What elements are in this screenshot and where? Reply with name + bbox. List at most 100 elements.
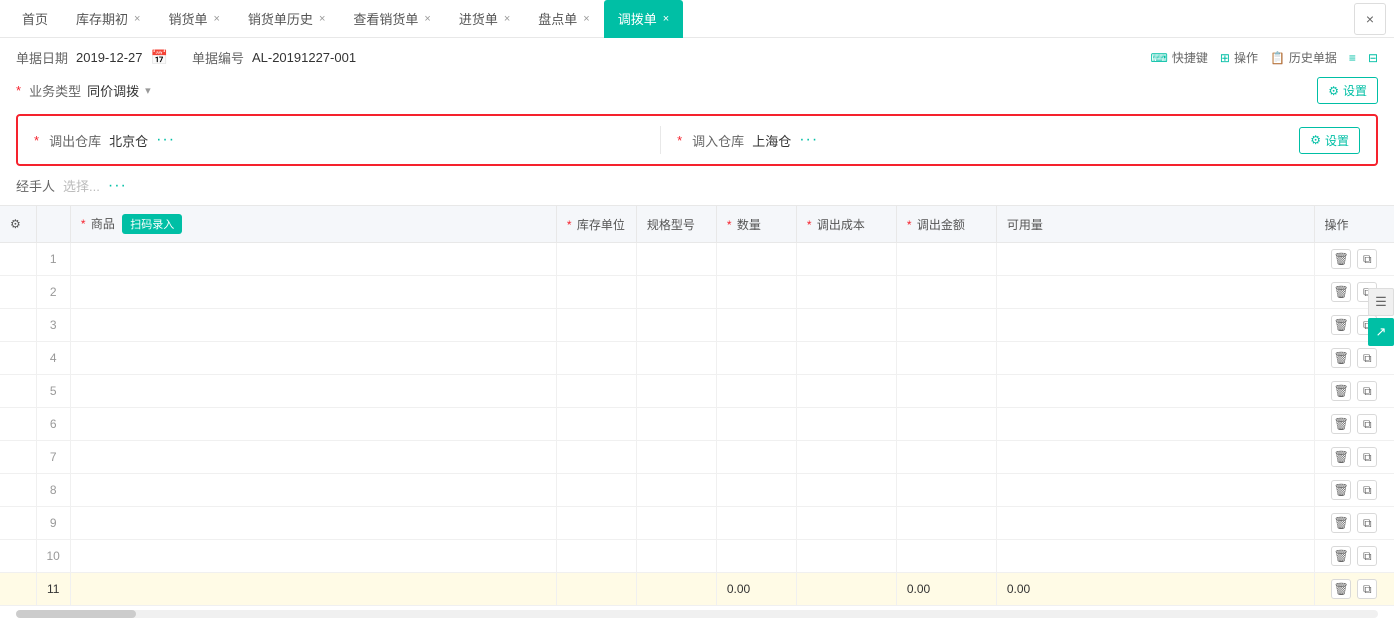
delete-row-button[interactable]: 🗑 <box>1331 249 1351 269</box>
row-available-cell[interactable] <box>996 408 1314 441</box>
layout2-action[interactable]: ⊟ <box>1368 51 1378 65</box>
delete-row-button[interactable]: 🗑 <box>1331 546 1351 566</box>
in-warehouse-value[interactable]: 上海仓 <box>752 131 791 150</box>
row-cost-cell[interactable] <box>796 507 896 540</box>
tab-sales-history[interactable]: 销货单历史 × <box>234 0 339 38</box>
delete-row-button[interactable]: 🗑 <box>1331 348 1351 368</box>
warehouse-setting-button[interactable]: ⚙ 设置 <box>1299 127 1360 154</box>
row-available-cell[interactable] <box>996 276 1314 309</box>
out-warehouse-more[interactable]: ··· <box>156 131 175 149</box>
row-unit-cell[interactable] <box>556 276 636 309</box>
row-spec-cell[interactable] <box>636 342 716 375</box>
row-cost-cell[interactable] <box>796 408 896 441</box>
tab-close-view-sales[interactable]: × <box>424 13 430 25</box>
tab-close-inventory-check[interactable]: × <box>583 13 589 25</box>
tab-view-sales[interactable]: 查看销货单 × <box>339 0 444 38</box>
row-unit-cell[interactable] <box>556 243 636 276</box>
horizontal-scrollbar[interactable] <box>16 610 1378 618</box>
row-product-cell[interactable] <box>70 375 556 408</box>
row-quantity-cell[interactable] <box>716 507 796 540</box>
operate-action[interactable]: ⊞ 操作 <box>1220 49 1258 66</box>
row-quantity-cell[interactable] <box>716 276 796 309</box>
row-amount-cell[interactable] <box>896 276 996 309</box>
tab-close-purchase-order[interactable]: × <box>504 13 510 25</box>
row-product-cell[interactable] <box>70 408 556 441</box>
tab-home[interactable]: 首页 <box>8 0 62 38</box>
row-cost-cell[interactable] <box>796 441 896 474</box>
calendar-icon[interactable]: 📅 <box>151 49 168 66</box>
row-amount-cell[interactable] <box>896 540 996 573</box>
history-action[interactable]: 📋 历史单据 <box>1270 49 1337 66</box>
copy-row-button[interactable]: ⧉ <box>1357 447 1377 467</box>
row-product-cell[interactable] <box>70 309 556 342</box>
scan-button[interactable]: 扫码录入 <box>122 214 182 234</box>
window-close-button[interactable]: × <box>1354 3 1386 35</box>
th-gear[interactable]: ⚙ <box>0 206 36 243</box>
row-unit-cell[interactable] <box>556 408 636 441</box>
row-unit-cell[interactable] <box>556 474 636 507</box>
row-available-cell[interactable] <box>996 507 1314 540</box>
setting-button[interactable]: ⚙ 设置 <box>1317 77 1378 104</box>
float-external-link-button[interactable]: ↗ <box>1368 318 1394 346</box>
row-available-cell[interactable] <box>996 540 1314 573</box>
row-spec-cell[interactable] <box>636 243 716 276</box>
delete-row-button[interactable]: 🗑 <box>1331 447 1351 467</box>
tab-close-sales-order[interactable]: × <box>213 13 219 25</box>
handler-more[interactable]: ··· <box>108 177 127 195</box>
copy-row-button[interactable]: ⧉ <box>1357 249 1377 269</box>
subtotal-delete-button[interactable]: 🗑 <box>1331 579 1351 599</box>
row-spec-cell[interactable] <box>636 276 716 309</box>
row-cost-cell[interactable] <box>796 474 896 507</box>
row-product-cell[interactable] <box>70 540 556 573</box>
tab-close-inventory-init[interactable]: × <box>134 13 140 25</box>
tab-sales-order[interactable]: 销货单 × <box>154 0 233 38</box>
out-warehouse-value[interactable]: 北京仓 <box>109 131 148 150</box>
row-spec-cell[interactable] <box>636 540 716 573</box>
row-unit-cell[interactable] <box>556 342 636 375</box>
row-amount-cell[interactable] <box>896 309 996 342</box>
row-unit-cell[interactable] <box>556 375 636 408</box>
row-unit-cell[interactable] <box>556 309 636 342</box>
tab-inventory-init[interactable]: 库存期初 × <box>62 0 154 38</box>
copy-row-button[interactable]: ⧉ <box>1357 480 1377 500</box>
business-type-value[interactable]: 同价调拨 <box>87 81 139 100</box>
row-amount-cell[interactable] <box>896 507 996 540</box>
row-amount-cell[interactable] <box>896 375 996 408</box>
row-available-cell[interactable] <box>996 474 1314 507</box>
row-unit-cell[interactable] <box>556 507 636 540</box>
row-cost-cell[interactable] <box>796 276 896 309</box>
row-product-cell[interactable] <box>70 243 556 276</box>
copy-row-button[interactable]: ⧉ <box>1357 381 1377 401</box>
tab-purchase-order[interactable]: 进货单 × <box>445 0 524 38</box>
row-product-cell[interactable] <box>70 342 556 375</box>
row-spec-cell[interactable] <box>636 474 716 507</box>
delete-row-button[interactable]: 🗑 <box>1331 381 1351 401</box>
tab-transfer-order[interactable]: 调拨单 × <box>604 0 683 38</box>
row-unit-cell[interactable] <box>556 540 636 573</box>
delete-row-button[interactable]: 🗑 <box>1331 414 1351 434</box>
row-product-cell[interactable] <box>70 276 556 309</box>
row-quantity-cell[interactable] <box>716 408 796 441</box>
delete-row-button[interactable]: 🗑 <box>1331 315 1351 335</box>
row-cost-cell[interactable] <box>796 342 896 375</box>
row-amount-cell[interactable] <box>896 408 996 441</box>
row-amount-cell[interactable] <box>896 342 996 375</box>
shortcut-action[interactable]: ⌨ 快捷键 <box>1151 49 1208 66</box>
row-spec-cell[interactable] <box>636 441 716 474</box>
row-quantity-cell[interactable] <box>716 342 796 375</box>
row-cost-cell[interactable] <box>796 309 896 342</box>
row-cost-cell[interactable] <box>796 375 896 408</box>
subtotal-copy-button[interactable]: ⧉ <box>1357 579 1377 599</box>
row-quantity-cell[interactable] <box>716 243 796 276</box>
copy-row-button[interactable]: ⧉ <box>1357 414 1377 434</box>
row-spec-cell[interactable] <box>636 309 716 342</box>
row-spec-cell[interactable] <box>636 375 716 408</box>
row-quantity-cell[interactable] <box>716 309 796 342</box>
row-quantity-cell[interactable] <box>716 474 796 507</box>
row-quantity-cell[interactable] <box>716 540 796 573</box>
row-available-cell[interactable] <box>996 243 1314 276</box>
handler-input[interactable]: 选择... <box>63 176 100 195</box>
copy-row-button[interactable]: ⧉ <box>1357 513 1377 533</box>
delete-row-button[interactable]: 🗑 <box>1331 480 1351 500</box>
row-spec-cell[interactable] <box>636 507 716 540</box>
